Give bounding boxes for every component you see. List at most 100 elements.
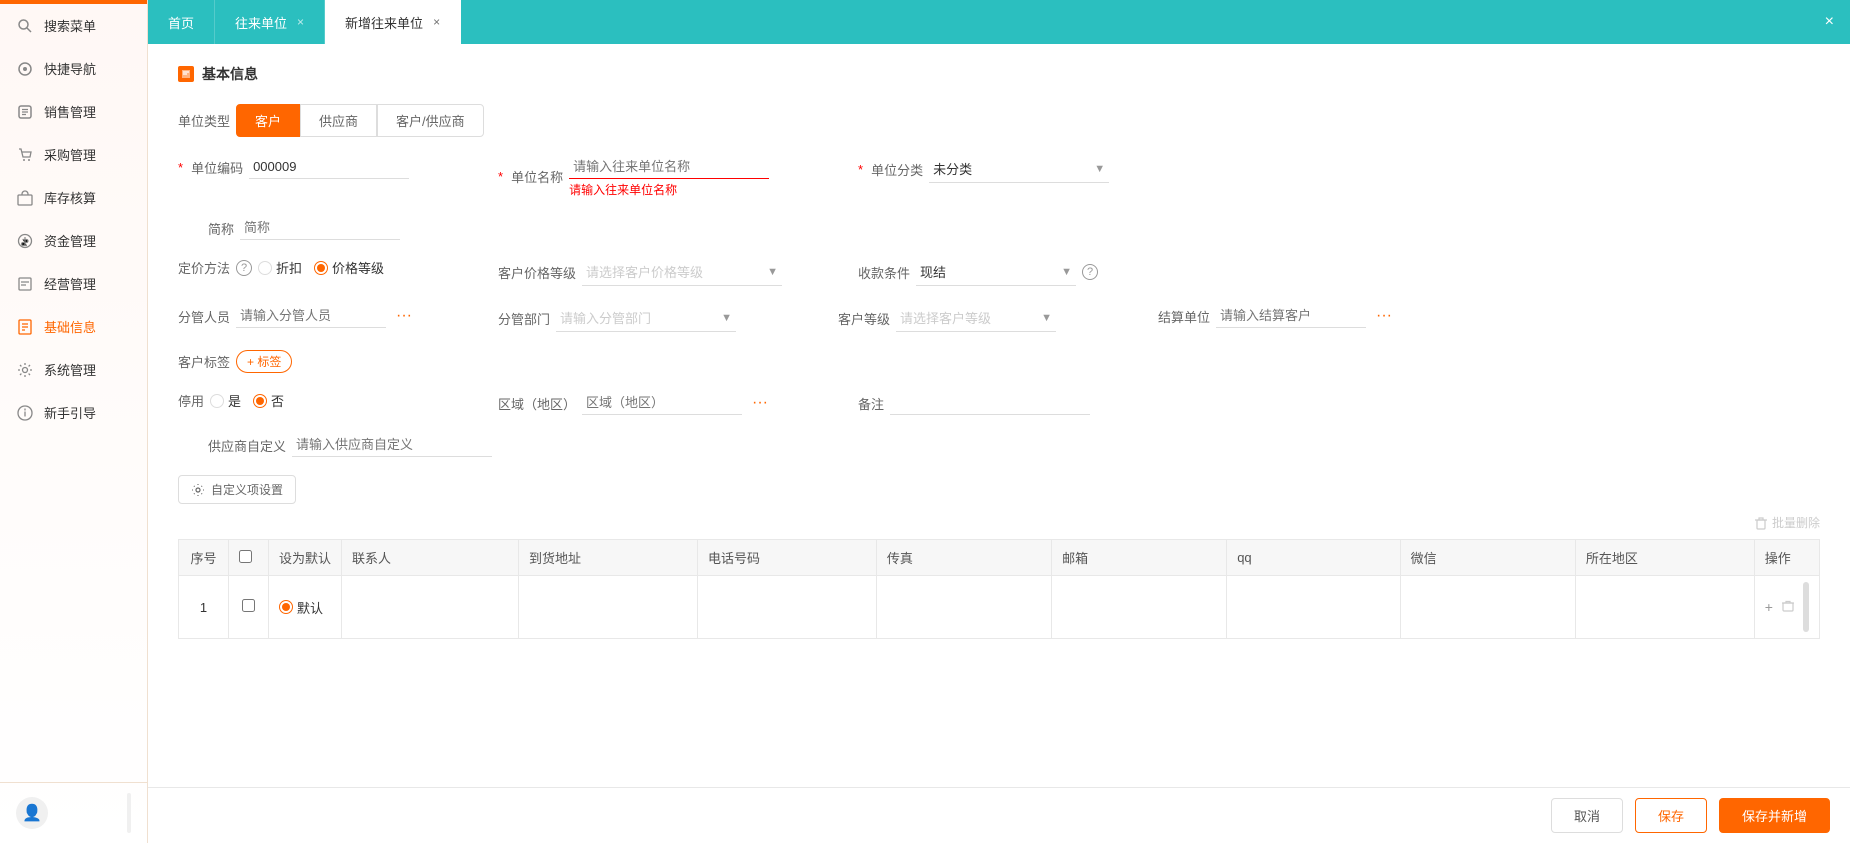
row-default-cell: 默认 [269, 576, 342, 639]
customer-tags-field: 客户标签 + 标签 [178, 350, 292, 373]
region-more-btn[interactable]: ··· [752, 394, 768, 412]
customer-price-level-select[interactable]: 请选择客户价格等级 ▼ [582, 258, 782, 286]
supplier-custom-field: 供应商自定义 [208, 433, 492, 457]
type-btn-supplier[interactable]: 供应商 [300, 104, 377, 137]
type-btn-customer[interactable]: 客户 [236, 104, 300, 137]
cancel-btn[interactable]: 取消 [1551, 798, 1623, 833]
customer-level-select[interactable]: 请选择客户等级 ▼ [896, 304, 1056, 332]
customer-price-level-field: 客户价格等级 请选择客户价格等级 ▼ [498, 258, 818, 286]
unit-code-input[interactable] [249, 155, 409, 179]
custom-settings-btn[interactable]: 自定义项设置 [178, 475, 296, 504]
payment-terms-select[interactable]: 现结 ▼ [916, 258, 1076, 286]
sidebar-item-operations[interactable]: 经营管理 [0, 262, 147, 305]
form-row-disabled: 停用 是 否 区域（地区） ··· 备注 [178, 391, 1820, 415]
unit-category-arrow: ▼ [1094, 163, 1105, 175]
disabled-no-radio[interactable]: 否 [253, 391, 284, 410]
row-address-input[interactable] [529, 600, 687, 615]
manager-more-btn[interactable]: ··· [396, 307, 412, 325]
disabled-yes-circle [210, 394, 224, 408]
save-btn[interactable]: 保存 [1635, 798, 1707, 833]
row-address-cell[interactable] [519, 576, 698, 639]
row-fax-input[interactable] [887, 600, 1041, 615]
row-contact-cell[interactable] [342, 576, 519, 639]
row-qq-cell[interactable] [1227, 576, 1400, 639]
row-add-btn[interactable]: + [1765, 599, 1773, 615]
tab-new-contact[interactable]: 新增往来单位 × [325, 0, 461, 44]
pricing-level-label: 价格等级 [332, 258, 384, 277]
select-all-checkbox[interactable] [239, 550, 252, 563]
col-default: 设为默认 [269, 540, 342, 576]
row-action-cell: + [1754, 576, 1819, 639]
type-btn-both[interactable]: 客户/供应商 [377, 104, 484, 137]
alias-input[interactable] [240, 216, 400, 240]
row-scrollbar[interactable] [1803, 582, 1809, 632]
sidebar-scroll[interactable] [127, 793, 131, 833]
sidebar-item-finance[interactable]: 资金管理 [0, 219, 147, 262]
unit-code-required: * [178, 160, 183, 175]
col-address: 到货地址 [519, 540, 698, 576]
row-qq-input[interactable] [1237, 600, 1389, 615]
pricing-discount-radio[interactable]: 折扣 [258, 258, 302, 277]
col-email: 邮箱 [1052, 540, 1227, 576]
sidebar-item-inventory[interactable]: 库存核算 [0, 176, 147, 219]
row-delete-btn[interactable] [1781, 599, 1795, 616]
tab-new-contact-close[interactable]: × [433, 15, 440, 29]
sidebar-item-purchase[interactable]: 采购管理 [0, 133, 147, 176]
sidebar-item-sales[interactable]: 销售管理 [0, 90, 147, 133]
customer-tags-label: 客户标签 [178, 352, 230, 371]
remark-label: 备注 [858, 394, 884, 413]
disabled-yes-radio[interactable]: 是 [210, 391, 241, 410]
add-tag-btn[interactable]: + 标签 [236, 350, 292, 373]
table-header: 序号 设为默认 联系人 到货地址 电话号码 传真 邮箱 qq 微信 所在地区 操… [179, 540, 1820, 576]
col-region: 所在地区 [1575, 540, 1754, 576]
row-phone-input[interactable] [708, 600, 866, 615]
department-select[interactable]: 请输入分管部门 ▼ [556, 304, 736, 332]
sidebar-item-base-info[interactable]: 基础信息 [0, 305, 147, 348]
sidebar-item-quick-nav[interactable]: 快捷导航 [0, 47, 147, 90]
row-checkbox[interactable] [242, 599, 255, 612]
tab-contacts[interactable]: 往来单位 × [215, 0, 325, 44]
tab-home[interactable]: 首页 [148, 0, 215, 44]
sidebar-item-search[interactable]: 搜索菜单 [0, 4, 147, 47]
row-phone-cell[interactable] [697, 576, 876, 639]
pricing-help-icon[interactable]: ? [236, 260, 252, 276]
inventory-icon [16, 189, 34, 207]
batch-delete-label[interactable]: 批量删除 [1772, 514, 1820, 531]
unit-name-field: * 单位名称 请输入往来单位名称 [498, 155, 818, 198]
sales-icon [16, 103, 34, 121]
row-contact-input[interactable] [352, 600, 508, 615]
row-region-cell[interactable] [1575, 576, 1754, 639]
remark-input[interactable] [890, 391, 1090, 415]
pricing-level-radio[interactable]: 价格等级 [314, 258, 384, 277]
row-seq: 1 [179, 576, 229, 639]
row-default-radio[interactable]: 默认 [279, 598, 331, 617]
unit-type-field: 单位类型 客户 供应商 客户/供应商 [178, 104, 484, 137]
row-fax-cell[interactable] [876, 576, 1051, 639]
row-email-input[interactable] [1062, 600, 1216, 615]
manager-input[interactable] [236, 304, 386, 328]
new-guide-icon [16, 404, 34, 422]
settlement-unit-input[interactable] [1216, 304, 1366, 328]
settlement-unit-label: 结算单位 [1158, 307, 1210, 326]
row-email-cell[interactable] [1052, 576, 1227, 639]
row-default-label: 默认 [297, 598, 323, 617]
unit-code-label: 单位编码 [191, 158, 243, 177]
department-field: 分管部门 请输入分管部门 ▼ [498, 304, 798, 332]
payment-terms-help-icon[interactable]: ? [1082, 264, 1098, 280]
supplier-custom-input[interactable] [292, 433, 492, 457]
sidebar-item-system[interactable]: 系统管理 [0, 348, 147, 391]
tab-spacer [461, 0, 1809, 44]
tab-contacts-close[interactable]: × [297, 15, 304, 29]
save-new-btn[interactable]: 保存并新增 [1719, 798, 1830, 833]
sidebar-item-new-guide[interactable]: 新手引导 [0, 391, 147, 434]
manager-label: 分管人员 [178, 307, 230, 326]
settlement-unit-more-btn[interactable]: ··· [1376, 307, 1392, 325]
unit-name-input[interactable] [569, 155, 769, 179]
region-input[interactable] [582, 391, 742, 415]
unit-category-select[interactable]: 未分类 ▼ [929, 155, 1109, 183]
row-region-input[interactable] [1586, 600, 1744, 615]
row-wechat-cell[interactable] [1400, 576, 1575, 639]
row-wechat-input[interactable] [1411, 600, 1565, 615]
tab-bar-close-btn[interactable]: × [1809, 0, 1850, 44]
contact-table: 序号 设为默认 联系人 到货地址 电话号码 传真 邮箱 qq 微信 所在地区 操… [178, 539, 1820, 639]
